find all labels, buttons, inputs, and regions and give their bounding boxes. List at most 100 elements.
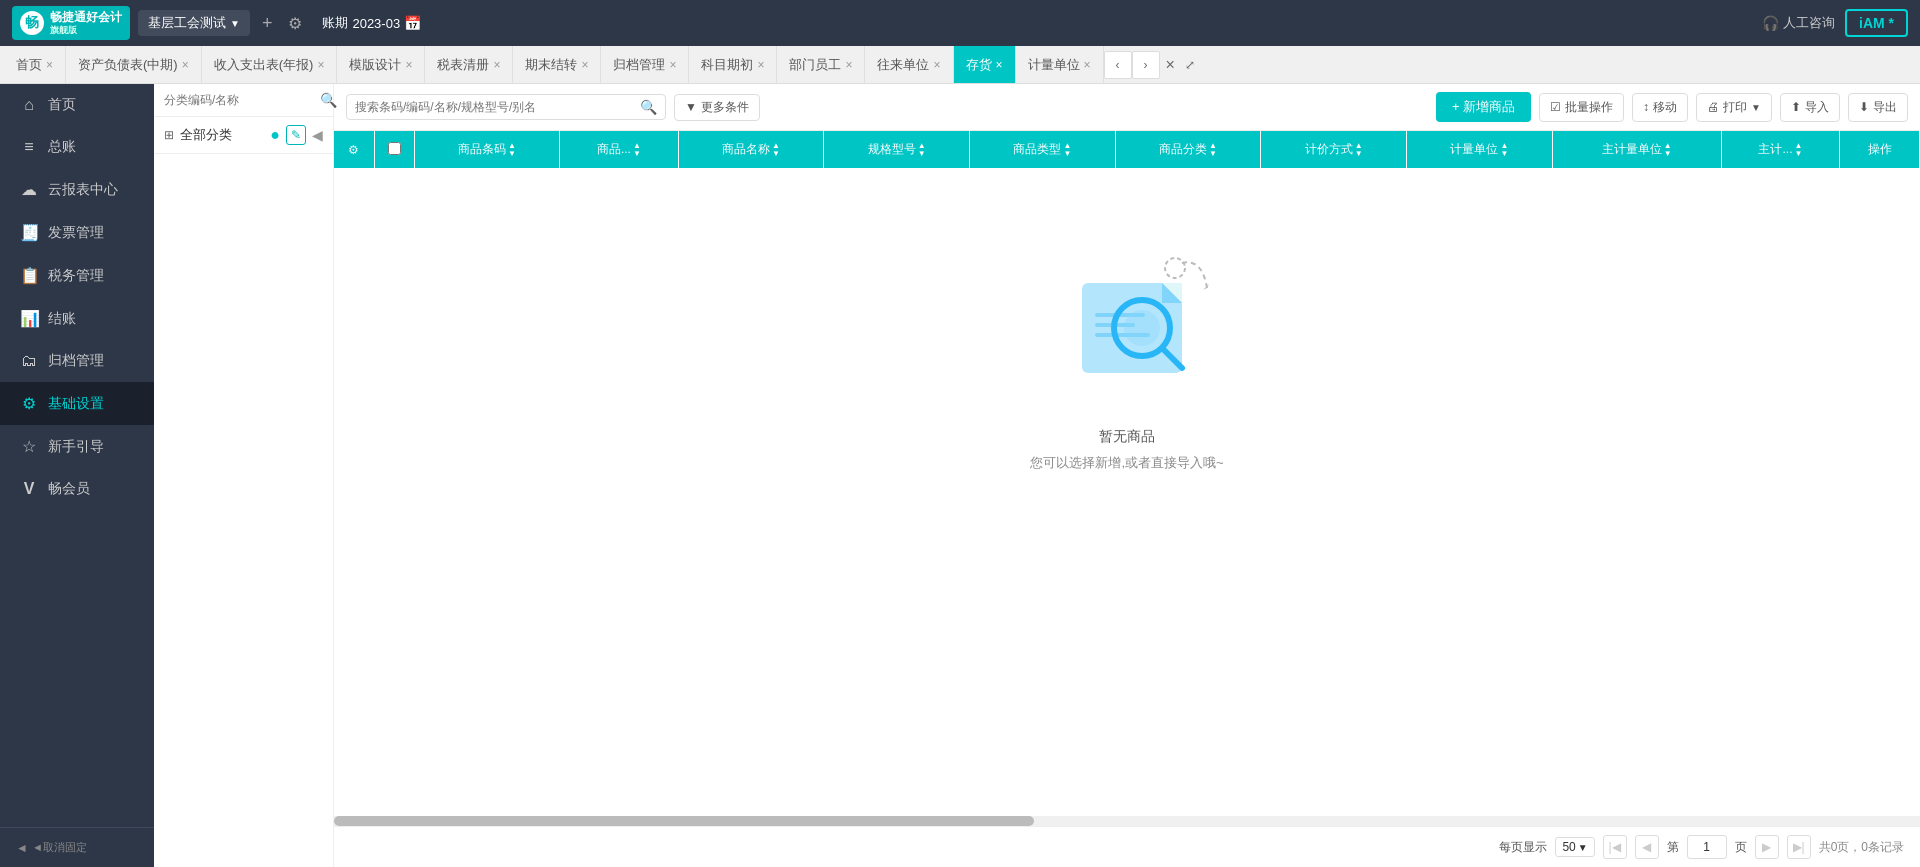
- sidebar-item-settings[interactable]: ⚙ 基础设置: [0, 382, 154, 425]
- company-name: 基层工会测试: [148, 14, 226, 32]
- sidebar-close-label: 结账: [48, 310, 76, 328]
- filter-more-btn[interactable]: ▼ 更多条件: [674, 94, 760, 121]
- tab-subject-close[interactable]: ×: [757, 58, 764, 72]
- period-badge: 账期 2023-03 📅: [322, 14, 421, 32]
- settings-gear-icon[interactable]: ⚙: [284, 14, 306, 33]
- category-edit-btn[interactable]: ✎: [286, 125, 306, 145]
- tab-inventory[interactable]: 存货 ×: [954, 46, 1016, 84]
- sidebar-item-close[interactable]: 📊 结账: [0, 297, 154, 340]
- category-all-row[interactable]: ⊞ 全部分类 ● ✎ ◀: [154, 117, 333, 154]
- calendar-icon[interactable]: 📅: [404, 15, 421, 31]
- tab-next-btn[interactable]: ›: [1132, 51, 1160, 79]
- product-search-icon[interactable]: 🔍: [640, 99, 657, 115]
- col-code[interactable]: 商品... ▲▼: [560, 131, 678, 168]
- ledger-icon: ≡: [20, 138, 38, 156]
- col-operations: 操作: [1840, 131, 1920, 168]
- page-number-input[interactable]: [1687, 835, 1727, 859]
- tab-prev-btn[interactable]: ‹: [1104, 51, 1132, 79]
- batch-operation-btn[interactable]: ☑ 批量操作: [1539, 93, 1624, 122]
- col-settings[interactable]: ⚙: [334, 131, 374, 168]
- col-category[interactable]: 商品分类 ▲▼: [1115, 131, 1261, 168]
- sidebar-item-member[interactable]: V 畅会员: [0, 468, 154, 510]
- col-spec[interactable]: 规格型号 ▲▼: [824, 131, 970, 168]
- settings-icon: ⚙: [20, 394, 38, 413]
- tab-partner[interactable]: 往来单位 ×: [865, 46, 953, 84]
- per-page-select[interactable]: 50 ▼: [1555, 837, 1594, 857]
- category-search-input[interactable]: [164, 93, 314, 107]
- tab-income[interactable]: 收入支出表(年报) ×: [202, 46, 338, 84]
- col-pricing-label: 计价方式: [1305, 141, 1353, 158]
- tab-partner-close[interactable]: ×: [933, 58, 940, 72]
- tab-dept[interactable]: 部门员工 ×: [777, 46, 865, 84]
- page-last-btn[interactable]: ▶|: [1787, 835, 1811, 859]
- tab-income-close[interactable]: ×: [317, 58, 324, 72]
- product-table: ⚙ 商品条码 ▲▼: [334, 131, 1920, 168]
- col-unit[interactable]: 计量单位 ▲▼: [1407, 131, 1553, 168]
- sidebar-item-home[interactable]: ⌂ 首页: [0, 84, 154, 126]
- right-content: 🔍 ▼ 更多条件 + 新增商品 ☑ 批量操作 ↕: [334, 84, 1920, 867]
- tab-period-end-close[interactable]: ×: [581, 58, 588, 72]
- tab-balance-close[interactable]: ×: [182, 58, 189, 72]
- unit-sort-arrows: ▲▼: [1500, 142, 1508, 158]
- tab-template[interactable]: 模版设计 ×: [337, 46, 425, 84]
- tab-template-close[interactable]: ×: [405, 58, 412, 72]
- add-product-btn[interactable]: + 新增商品: [1436, 92, 1531, 122]
- iam-button[interactable]: iAM *: [1845, 9, 1908, 37]
- move-icon: ↕: [1643, 100, 1649, 114]
- sidebar-item-cloud-reports[interactable]: ☁ 云报表中心: [0, 168, 154, 211]
- scrollbar-thumb[interactable]: [334, 816, 1034, 826]
- tab-inventory-close[interactable]: ×: [996, 58, 1003, 72]
- tab-archive[interactable]: 归档管理 ×: [601, 46, 689, 84]
- export-btn[interactable]: ⬇ 导出: [1848, 93, 1908, 122]
- print-btn[interactable]: 🖨 打印 ▼: [1696, 93, 1772, 122]
- tab-home[interactable]: 首页 ×: [4, 46, 66, 84]
- horizontal-scrollbar[interactable]: [334, 816, 1920, 826]
- page-next-btn[interactable]: ▶: [1755, 835, 1779, 859]
- company-selector[interactable]: 基层工会测试 ▼: [138, 10, 250, 36]
- sidebar-item-invoice[interactable]: 🧾 发票管理: [0, 211, 154, 254]
- add-tab-btn[interactable]: +: [258, 13, 277, 34]
- close-books-icon: 📊: [20, 309, 38, 328]
- sidebar-item-archive[interactable]: 🗂 归档管理: [0, 340, 154, 382]
- sidebar-item-ledger[interactable]: ≡ 总账: [0, 126, 154, 168]
- tab-period-end[interactable]: 期末结转 ×: [513, 46, 601, 84]
- tab-unit[interactable]: 计量单位 ×: [1016, 46, 1104, 84]
- sidebar-pin-toggle[interactable]: ◄ ◄取消固定: [0, 827, 154, 867]
- tab-archive-close[interactable]: ×: [669, 58, 676, 72]
- col-main-unit[interactable]: 主计量单位 ▲▼: [1552, 131, 1721, 168]
- col-category-label: 商品分类: [1159, 141, 1207, 158]
- tab-tax-close[interactable]: ×: [493, 58, 500, 72]
- product-search-input[interactable]: [355, 100, 634, 114]
- page-prev-btn[interactable]: ◀: [1635, 835, 1659, 859]
- sidebar-item-guide[interactable]: ☆ 新手引导: [0, 425, 154, 468]
- logo-text: 畅捷通好会计 旗舰版: [50, 10, 122, 35]
- col-barcode[interactable]: 商品条码 ▲▼: [414, 131, 560, 168]
- col-name[interactable]: 商品名称 ▲▼: [678, 131, 824, 168]
- col-main-count[interactable]: 主计... ▲▼: [1721, 131, 1839, 168]
- sidebar-item-tax[interactable]: 📋 税务管理: [0, 254, 154, 297]
- col-type[interactable]: 商品类型 ▲▼: [970, 131, 1116, 168]
- tab-close-all-btn[interactable]: ×: [1160, 56, 1181, 74]
- tab-unit-close[interactable]: ×: [1084, 58, 1091, 72]
- page-first-btn[interactable]: |◀: [1603, 835, 1627, 859]
- filter-icon: ▼: [685, 100, 697, 114]
- col-pricing[interactable]: 计价方式 ▲▼: [1261, 131, 1407, 168]
- category-panel: 🔍 ⊞ 全部分类 ● ✎ ◀: [154, 84, 334, 867]
- select-all-checkbox[interactable]: [388, 142, 401, 155]
- human-service-btn[interactable]: 🎧 人工咨询: [1762, 14, 1835, 32]
- move-btn[interactable]: ↕ 移动: [1632, 93, 1688, 122]
- tab-home-close[interactable]: ×: [46, 58, 53, 72]
- import-btn[interactable]: ⬆ 导入: [1780, 93, 1840, 122]
- category-collapse-btn[interactable]: ◀: [312, 127, 323, 143]
- tab-subject[interactable]: 科目期初 ×: [689, 46, 777, 84]
- header-right: 🎧 人工咨询 iAM *: [1762, 9, 1908, 37]
- table-wrapper[interactable]: ⚙ 商品条码 ▲▼: [334, 131, 1920, 816]
- tab-expand-btn[interactable]: ⤢: [1181, 58, 1199, 72]
- tab-balance-sheet[interactable]: 资产负债表(中期) ×: [66, 46, 202, 84]
- print-dropdown-icon: ▼: [1751, 102, 1761, 113]
- tab-dept-close[interactable]: ×: [845, 58, 852, 72]
- export-label: 导出: [1873, 99, 1897, 116]
- sidebar-tax-label: 税务管理: [48, 267, 104, 285]
- col-checkbox[interactable]: [374, 131, 414, 168]
- tab-tax[interactable]: 税表清册 ×: [425, 46, 513, 84]
